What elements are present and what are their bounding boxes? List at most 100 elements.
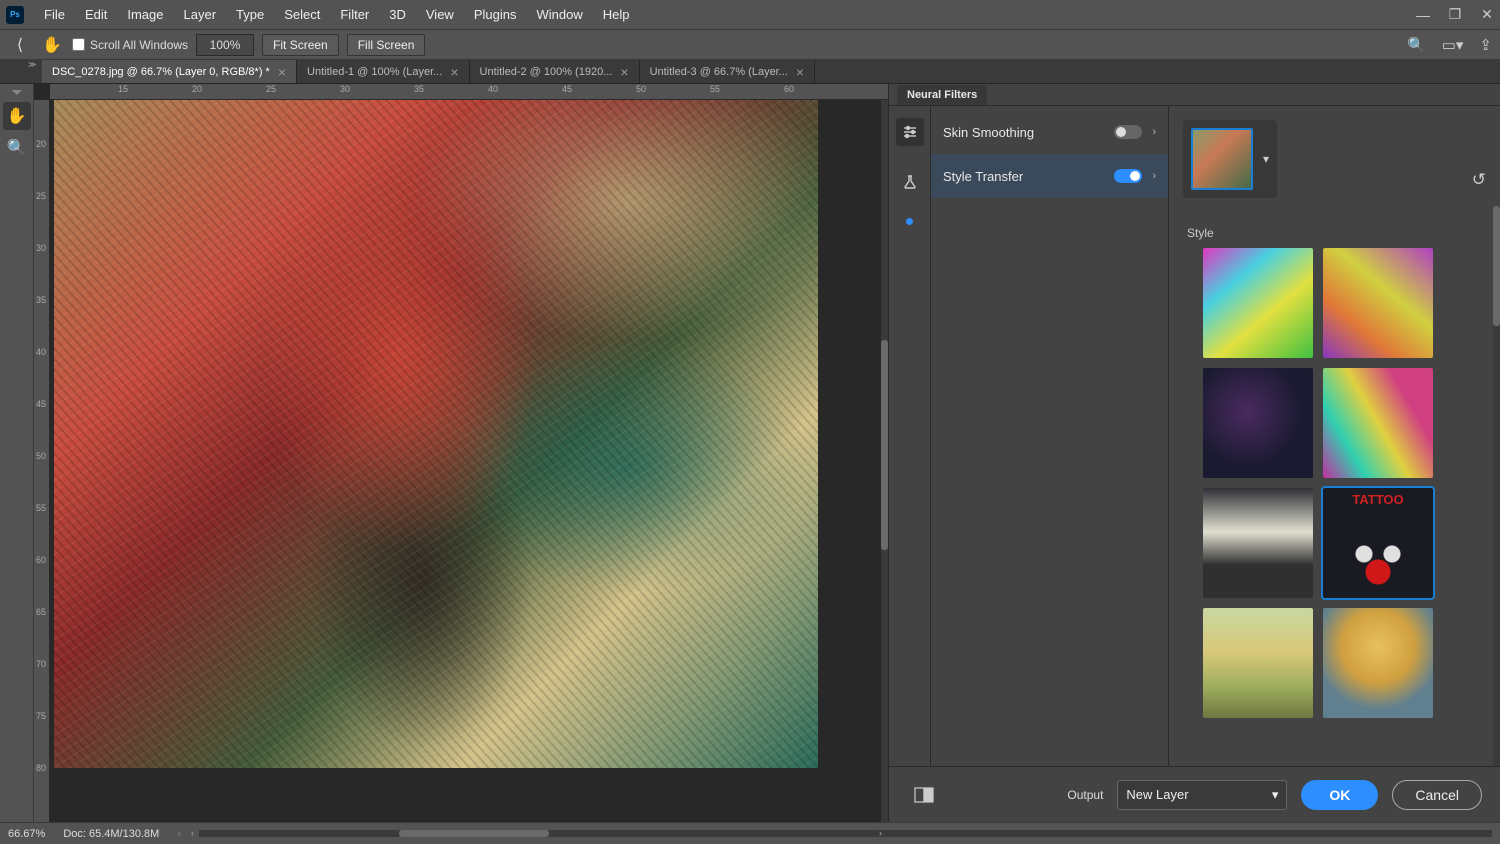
tab-label: DSC_0278.jpg @ 66.7% (Layer 0, RGB/8*) * [52, 66, 270, 78]
menu-edit[interactable]: Edit [75, 7, 117, 22]
menu-window[interactable]: Window [526, 7, 592, 22]
collapse-tabs-icon[interactable]: ≫ [28, 60, 34, 69]
share-icon[interactable]: ⇪ [1479, 36, 1492, 54]
scroll-left-icon[interactable]: ‹ [191, 828, 194, 838]
canvas-scrollbar-horizontal[interactable] [199, 830, 1492, 837]
ruler-tick: 40 [36, 348, 46, 357]
status-chevron-icon[interactable]: › [177, 828, 181, 840]
menu-image[interactable]: Image [117, 7, 173, 22]
style-thumbnail[interactable] [1203, 368, 1313, 478]
chevron-right-icon: › [1152, 126, 1156, 138]
tab-label: Untitled-3 @ 66.7% (Layer... [650, 66, 788, 78]
styles-scrollbar[interactable] [1493, 206, 1500, 766]
app-logo: Ps [6, 6, 24, 24]
close-window-button[interactable]: ✕ [1480, 8, 1494, 22]
chevron-down-icon[interactable]: ▾ [1263, 152, 1269, 166]
close-tab-icon[interactable]: × [796, 64, 804, 80]
cancel-button[interactable]: Cancel [1392, 780, 1482, 810]
zoom-tool[interactable]: 🔍 [3, 134, 31, 162]
search-icon[interactable]: 🔍 [1407, 36, 1426, 54]
toolstrip-chevron[interactable] [12, 90, 22, 96]
filter-label: Skin Smoothing [943, 125, 1034, 140]
menu-plugins[interactable]: Plugins [464, 7, 527, 22]
canvas-workarea[interactable] [50, 100, 888, 822]
workspace-icon[interactable]: ▭▾ [1442, 36, 1464, 54]
hand-tool[interactable]: ✋ [3, 102, 31, 130]
section-label-style: Style [1187, 226, 1486, 240]
style-thumbnail[interactable] [1203, 248, 1313, 358]
output-label: Output [1067, 788, 1103, 802]
menu-type[interactable]: Type [226, 7, 274, 22]
close-tab-icon[interactable]: × [620, 64, 628, 80]
ruler-tick: 45 [36, 400, 46, 409]
panel-body: Skin Smoothing › Style Transfer › ▾ [889, 106, 1500, 766]
filter-toggle[interactable] [1114, 125, 1142, 139]
output-select[interactable]: New Layer ▾ [1117, 780, 1287, 810]
style-thumbnail[interactable] [1323, 608, 1433, 718]
chevron-right-icon: › [1152, 170, 1156, 182]
menu-help[interactable]: Help [593, 7, 640, 22]
zoom-input[interactable] [196, 34, 254, 56]
status-zoom: 66.67% [8, 828, 45, 840]
menu-3d[interactable]: 3D [379, 7, 416, 22]
menu-view[interactable]: View [416, 7, 464, 22]
filter-row-style-transfer[interactable]: Style Transfer › [931, 154, 1168, 198]
document-tab[interactable]: Untitled-1 @ 100% (Layer... × [297, 60, 469, 83]
ruler-tick: 30 [340, 84, 350, 94]
document-tabs: ≫ DSC_0278.jpg @ 66.7% (Layer 0, RGB/8*)… [0, 60, 1500, 84]
filter-list: Skin Smoothing › Style Transfer › [931, 106, 1169, 766]
style-thumbnail[interactable] [1323, 368, 1433, 478]
fit-screen-button[interactable]: Fit Screen [262, 34, 339, 56]
filter-detail: ▾ ↺ Style [1169, 106, 1500, 766]
ruler-tick: 60 [36, 556, 46, 565]
ok-button[interactable]: OK [1301, 780, 1378, 810]
panel-header: Neural Filters [889, 84, 1500, 106]
close-tab-icon[interactable]: × [278, 64, 286, 80]
maximize-button[interactable]: ❐ [1448, 8, 1462, 22]
menu-filter[interactable]: Filter [330, 7, 379, 22]
tab-label: Untitled-2 @ 100% (1920... [480, 66, 613, 78]
document-tab[interactable]: Untitled-3 @ 66.7% (Layer... × [640, 60, 816, 83]
close-tab-icon[interactable]: × [450, 64, 458, 80]
home-back-button[interactable]: ⟨ [8, 33, 32, 57]
filter-toggle[interactable] [1114, 169, 1142, 183]
fill-screen-button[interactable]: Fill Screen [347, 34, 426, 56]
preview-toggle-icon[interactable] [907, 778, 941, 812]
ruler-tick: 80 [36, 764, 46, 773]
ruler-tick: 25 [36, 192, 46, 201]
ruler-tick: 60 [784, 84, 794, 94]
neural-filters-panel: Neural Filters Skin Smoothing › [888, 84, 1500, 822]
ruler-tick: 65 [36, 608, 46, 617]
canvas-scrollbar-vertical[interactable] [881, 100, 888, 822]
rail-sliders-icon[interactable] [896, 118, 924, 146]
menu-layer[interactable]: Layer [174, 7, 227, 22]
scroll-right-icon[interactable]: › [879, 828, 882, 838]
source-thumbnail[interactable] [1191, 128, 1253, 190]
ruler-tick: 35 [36, 296, 46, 305]
minimize-button[interactable]: — [1416, 8, 1430, 22]
scroll-all-windows-checkbox[interactable]: Scroll All Windows [72, 38, 188, 52]
filter-row-skin-smoothing[interactable]: Skin Smoothing › [931, 110, 1168, 154]
ruler-tick: 55 [710, 84, 720, 94]
style-thumbnail[interactable] [1323, 248, 1433, 358]
ruler-vertical: 20 25 30 35 40 45 50 55 60 65 70 75 80 [34, 100, 50, 822]
document-tab[interactable]: Untitled-2 @ 100% (1920... × [470, 60, 640, 83]
tool-strip: ✋ 🔍 [0, 84, 34, 822]
reset-icon[interactable]: ↺ [1472, 170, 1486, 190]
ruler-tick: 30 [36, 244, 46, 253]
status-doc-size: Doc: 65.4M/130.8M [63, 828, 159, 840]
window-controls: — ❐ ✕ [1416, 8, 1494, 22]
rail-flask-icon[interactable] [896, 168, 924, 196]
ruler-tick: 45 [562, 84, 572, 94]
style-thumbnail[interactable] [1203, 488, 1313, 598]
style-thumbnail[interactable] [1323, 488, 1433, 598]
menu-select[interactable]: Select [274, 7, 330, 22]
main-area: ✋ 🔍 15 20 25 30 35 40 45 50 55 60 20 25 … [0, 84, 1500, 822]
styles-grid [1183, 248, 1486, 718]
options-bar: ⟨ ✋ Scroll All Windows Fit Screen Fill S… [0, 30, 1500, 60]
style-thumbnail[interactable] [1203, 608, 1313, 718]
document-tab[interactable]: DSC_0278.jpg @ 66.7% (Layer 0, RGB/8*) *… [42, 60, 297, 83]
scroll-all-windows-label: Scroll All Windows [90, 38, 188, 52]
menu-file[interactable]: File [34, 7, 75, 22]
document-image [54, 100, 818, 768]
